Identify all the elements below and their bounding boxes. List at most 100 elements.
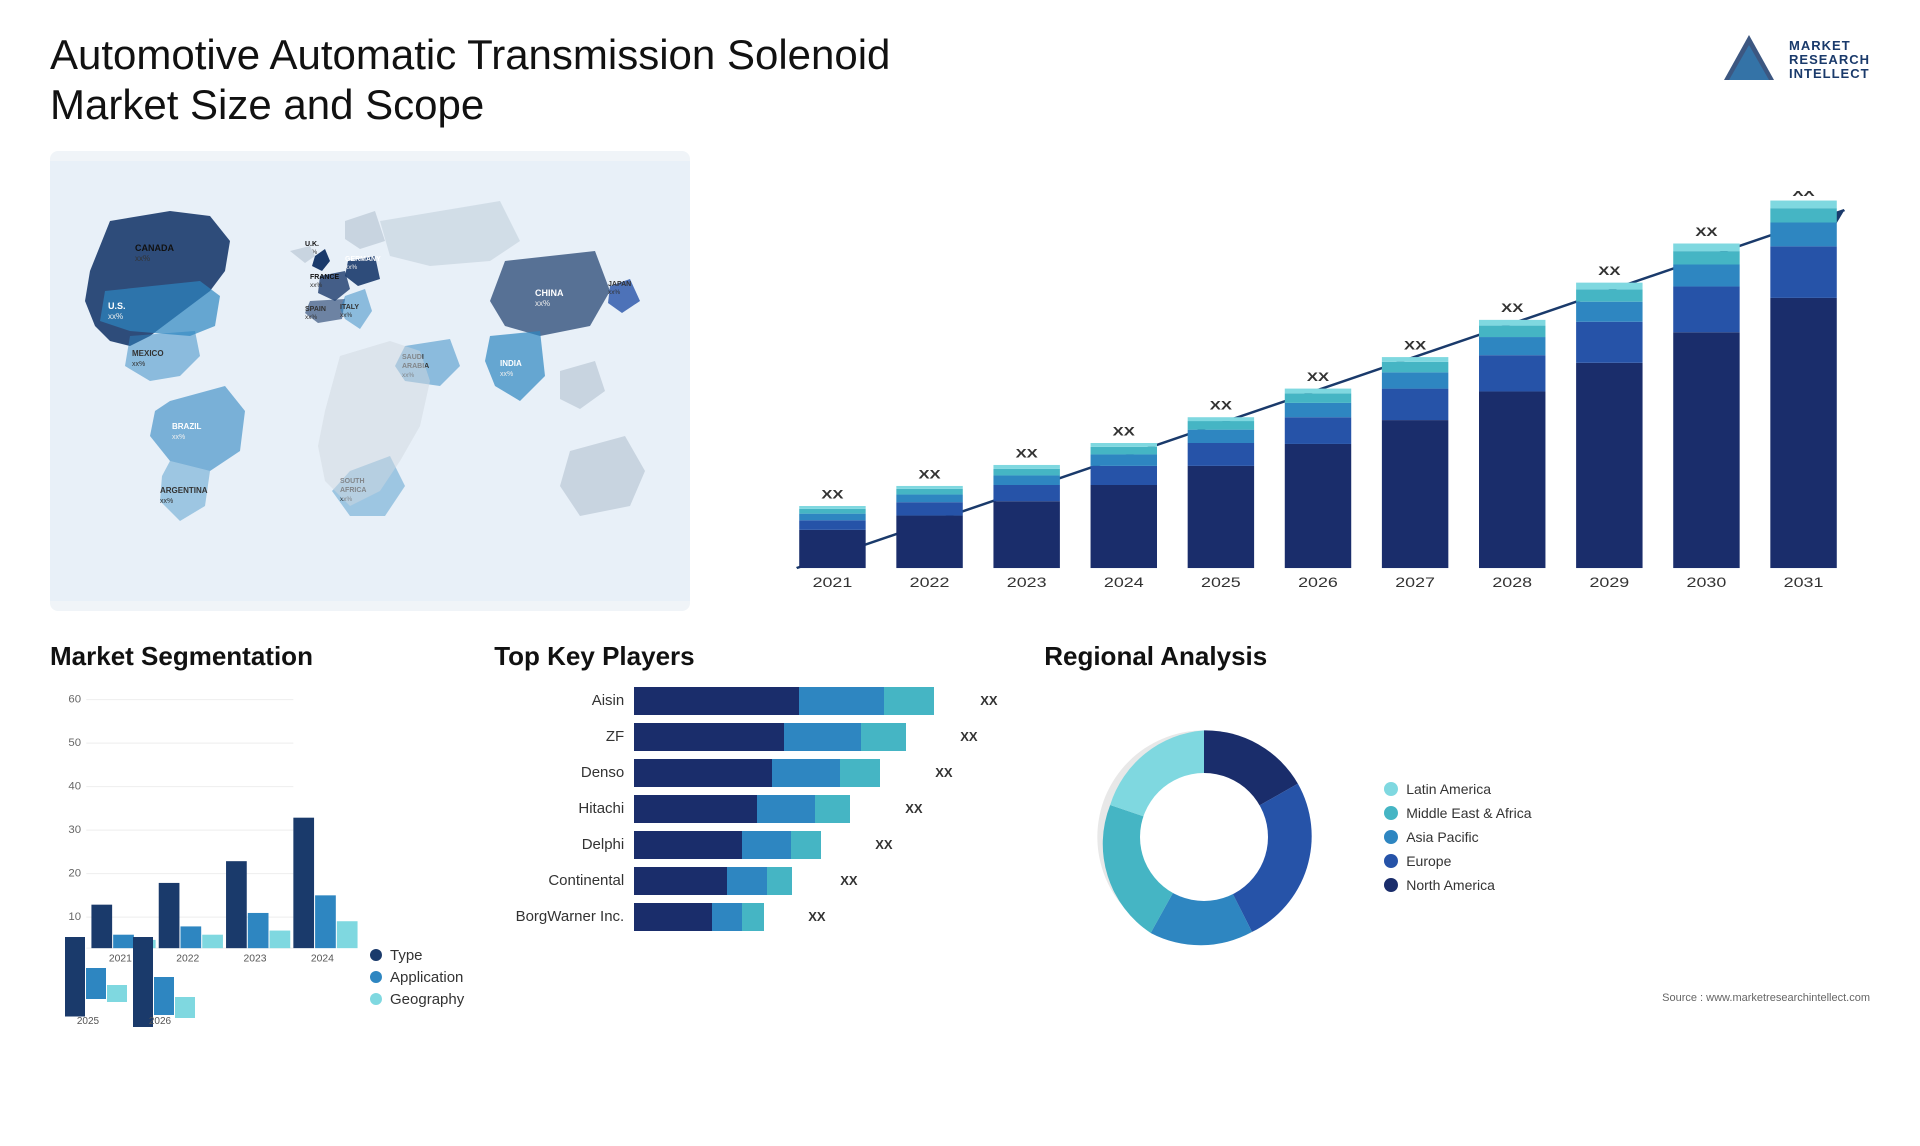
svg-text:CHINA: CHINA: [535, 288, 564, 298]
top-row: CANADA xx% U.S. xx% MEXICO xx% BRAZIL xx…: [50, 151, 1870, 611]
legend-geography: Geography: [370, 991, 464, 1008]
svg-text:CANADA: CANADA: [135, 243, 174, 253]
svg-text:40: 40: [68, 781, 81, 793]
seg-chart-extra: 2025 2026: [60, 937, 340, 1027]
player-row-denso: Denso XX: [494, 759, 1014, 787]
player-name-hitachi: Hitachi: [494, 800, 624, 817]
player-row-aisin: Aisin XX: [494, 687, 1014, 715]
svg-text:xx%: xx%: [160, 498, 173, 505]
player-bar-continental: XX: [634, 867, 1014, 895]
svg-text:xx%: xx%: [608, 289, 621, 296]
players-list: Aisin XX ZF: [494, 687, 1014, 931]
svg-text:xx%: xx%: [108, 312, 123, 321]
player-name-zf: ZF: [494, 728, 624, 745]
svg-text:xx%: xx%: [132, 361, 145, 368]
svg-text:JAPAN: JAPAN: [608, 281, 631, 288]
svg-text:XX: XX: [1501, 302, 1523, 316]
player-bar-zf: XX: [634, 723, 1014, 751]
page-title: Automotive Automatic Transmission Soleno…: [50, 30, 950, 131]
geo-dot: [370, 993, 382, 1005]
svg-text:2021: 2021: [813, 576, 853, 590]
north-america-dot: [1384, 878, 1398, 892]
svg-text:2024: 2024: [1104, 576, 1144, 590]
player-bar-hitachi: XX: [634, 795, 1014, 823]
svg-text:2022: 2022: [910, 576, 950, 590]
legend-north-america: North America: [1384, 877, 1531, 893]
svg-text:XX: XX: [918, 468, 940, 482]
svg-text:xx%: xx%: [345, 264, 358, 271]
svg-text:xx%: xx%: [310, 282, 323, 289]
svg-text:xx%: xx%: [340, 312, 353, 319]
legend-middle-east: Middle East & Africa: [1384, 805, 1531, 821]
legend-type: Type: [370, 947, 464, 964]
header: Automotive Automatic Transmission Soleno…: [50, 30, 1870, 131]
svg-text:2028: 2028: [1492, 576, 1532, 590]
svg-text:XX: XX: [1792, 191, 1814, 199]
svg-text:INDIA: INDIA: [500, 359, 522, 368]
legend-latin-america: Latin America: [1384, 781, 1531, 797]
svg-text:xx%: xx%: [535, 299, 550, 308]
svg-text:BRAZIL: BRAZIL: [172, 422, 201, 431]
svg-text:2025: 2025: [77, 1016, 100, 1027]
svg-text:XX: XX: [1113, 425, 1135, 439]
player-name-continental: Continental: [494, 872, 624, 889]
svg-text:GERMANY: GERMANY: [345, 256, 381, 263]
player-row-borgwarner: BorgWarner Inc. XX: [494, 903, 1014, 931]
svg-text:XX: XX: [1695, 225, 1717, 239]
key-players-title: Top Key Players: [494, 641, 1014, 672]
player-name-borgwarner: BorgWarner Inc.: [494, 908, 624, 925]
svg-text:50: 50: [68, 737, 81, 749]
svg-text:xx%: xx%: [305, 314, 318, 321]
svg-text:XX: XX: [1404, 339, 1426, 353]
svg-text:2030: 2030: [1687, 576, 1727, 590]
svg-text:2027: 2027: [1395, 576, 1435, 590]
latin-america-dot: [1384, 782, 1398, 796]
svg-text:XX: XX: [1307, 371, 1329, 385]
europe-dot: [1384, 854, 1398, 868]
legend-asia-pacific: Asia Pacific: [1384, 829, 1531, 845]
svg-text:XX: XX: [821, 488, 843, 502]
svg-text:2023: 2023: [1007, 576, 1047, 590]
player-row-continental: Continental XX: [494, 867, 1014, 895]
svg-text:10: 10: [68, 911, 81, 923]
donut-area: Latin America Middle East & Africa Asia …: [1044, 687, 1870, 987]
player-bar-aisin: XX: [634, 687, 1014, 715]
svg-text:XX: XX: [1598, 265, 1620, 279]
svg-text:60: 60: [68, 694, 81, 706]
svg-text:2029: 2029: [1589, 576, 1629, 590]
svg-text:xx%: xx%: [500, 371, 513, 378]
segmentation-section: Market Segmentation 60 50 40 30 20 10 0: [50, 641, 464, 1116]
logo-icon: [1719, 30, 1779, 90]
svg-text:SPAIN: SPAIN: [305, 306, 326, 313]
player-name-aisin: Aisin: [494, 692, 624, 709]
svg-text:2026: 2026: [149, 1016, 172, 1027]
svg-text:XX: XX: [1016, 447, 1038, 461]
donut-legend: Latin America Middle East & Africa Asia …: [1384, 781, 1531, 893]
player-row-hitachi: Hitachi XX: [494, 795, 1014, 823]
svg-text:30: 30: [68, 824, 81, 836]
svg-text:ITALY: ITALY: [340, 304, 359, 311]
key-players-section: Top Key Players Aisin XX: [494, 641, 1014, 1116]
logo-text: MARKET RESEARCH INTELLECT: [1789, 39, 1870, 82]
svg-text:XX: XX: [1210, 399, 1232, 413]
legend-europe: Europe: [1384, 853, 1531, 869]
svg-text:2031: 2031: [1784, 576, 1824, 590]
svg-text:xx%: xx%: [135, 254, 150, 263]
middle-east-dot: [1384, 806, 1398, 820]
legend-application: Application: [370, 969, 464, 986]
donut-chart: [1044, 687, 1364, 987]
svg-text:U.S.: U.S.: [108, 301, 126, 311]
app-dot: [370, 971, 382, 983]
player-name-denso: Denso: [494, 764, 624, 781]
svg-text:xx%: xx%: [172, 434, 185, 441]
svg-text:ARGENTINA: ARGENTINA: [160, 486, 208, 495]
regional-section: Regional Analysis: [1044, 641, 1870, 1116]
svg-text:2026: 2026: [1298, 576, 1338, 590]
svg-text:FRANCE: FRANCE: [310, 274, 339, 281]
player-name-delphi: Delphi: [494, 836, 624, 853]
svg-text:MEXICO: MEXICO: [132, 349, 164, 358]
player-row-zf: ZF XX: [494, 723, 1014, 751]
world-map-svg: CANADA xx% U.S. xx% MEXICO xx% BRAZIL xx…: [50, 151, 690, 611]
player-bar-delphi: XX: [634, 831, 1014, 859]
player-bar-borgwarner: XX: [634, 903, 1014, 931]
